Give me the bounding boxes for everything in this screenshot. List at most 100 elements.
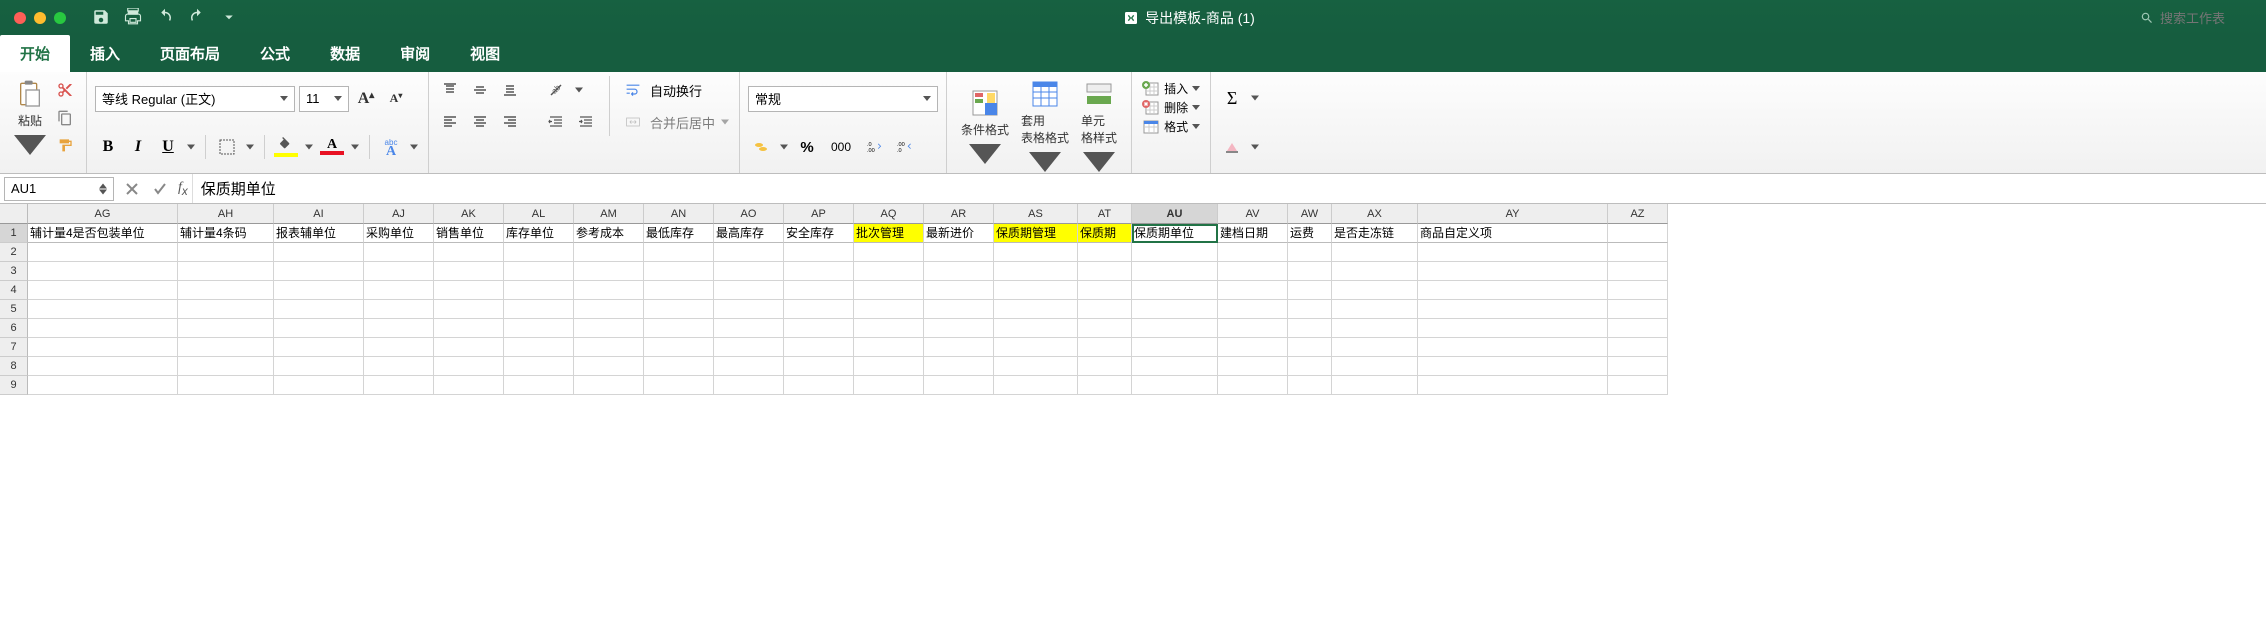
cell[interactable]: [994, 281, 1078, 300]
comma-button[interactable]: 000: [824, 135, 858, 159]
cell[interactable]: [274, 262, 364, 281]
cell[interactable]: [574, 357, 644, 376]
cell[interactable]: 安全库存: [784, 224, 854, 243]
cell[interactable]: 最低库存: [644, 224, 714, 243]
cell[interactable]: [434, 281, 504, 300]
cell[interactable]: [178, 319, 274, 338]
cell[interactable]: [924, 300, 994, 319]
cell[interactable]: [1608, 357, 1668, 376]
cell[interactable]: 最新进价: [924, 224, 994, 243]
col-header[interactable]: AT: [1078, 204, 1132, 224]
cell[interactable]: [504, 300, 574, 319]
align-top-button[interactable]: [437, 78, 463, 102]
cell[interactable]: [714, 262, 784, 281]
cell[interactable]: [364, 281, 434, 300]
cell[interactable]: [28, 300, 178, 319]
cell[interactable]: [434, 338, 504, 357]
cell[interactable]: [994, 338, 1078, 357]
font-size-combo[interactable]: 11: [299, 86, 349, 112]
cell[interactable]: 库存单位: [504, 224, 574, 243]
cell[interactable]: [1078, 281, 1132, 300]
search-box[interactable]: [2140, 11, 2250, 26]
cell[interactable]: [714, 357, 784, 376]
formula-input[interactable]: 保质期单位: [192, 174, 2266, 203]
cell[interactable]: [1608, 281, 1668, 300]
cut-button[interactable]: [52, 78, 78, 102]
cell[interactable]: 最高库存: [714, 224, 784, 243]
cell[interactable]: [924, 281, 994, 300]
col-header[interactable]: AO: [714, 204, 784, 224]
cell[interactable]: [1218, 338, 1288, 357]
cell[interactable]: 参考成本: [574, 224, 644, 243]
insert-cells-button[interactable]: 插入: [1142, 80, 1200, 97]
cell[interactable]: 是否走冻链: [1332, 224, 1418, 243]
cell[interactable]: [434, 300, 504, 319]
cell[interactable]: [178, 376, 274, 395]
cell[interactable]: [714, 243, 784, 262]
number-format-combo[interactable]: 常规: [748, 86, 938, 112]
cell[interactable]: [1418, 357, 1608, 376]
format-cells-button[interactable]: 格式: [1142, 118, 1200, 135]
font-name-combo[interactable]: 等线 Regular (正文): [95, 86, 295, 112]
cell[interactable]: [178, 281, 274, 300]
cell[interactable]: 运费: [1288, 224, 1332, 243]
orientation-button[interactable]: ab: [543, 78, 569, 102]
cell[interactable]: [1288, 319, 1332, 338]
cell[interactable]: [644, 357, 714, 376]
cell[interactable]: [574, 319, 644, 338]
cell[interactable]: [854, 262, 924, 281]
cell[interactable]: [28, 281, 178, 300]
bold-button[interactable]: B: [95, 135, 121, 159]
cell[interactable]: [274, 338, 364, 357]
cell[interactable]: [1218, 281, 1288, 300]
copy-button[interactable]: [52, 106, 78, 130]
cell[interactable]: [1418, 319, 1608, 338]
cell[interactable]: [1332, 357, 1418, 376]
cell[interactable]: [364, 262, 434, 281]
percent-button[interactable]: %: [794, 135, 820, 159]
cell[interactable]: [784, 338, 854, 357]
cell[interactable]: 批次管理: [854, 224, 924, 243]
wrap-text-icon[interactable]: [620, 78, 646, 102]
cell[interactable]: [784, 243, 854, 262]
cell[interactable]: [1418, 376, 1608, 395]
row-header[interactable]: 4: [0, 281, 28, 300]
cell[interactable]: [1288, 281, 1332, 300]
cell[interactable]: [784, 376, 854, 395]
cell[interactable]: [178, 300, 274, 319]
cell[interactable]: [994, 300, 1078, 319]
save-icon[interactable]: [92, 8, 110, 29]
cell[interactable]: [1288, 300, 1332, 319]
cell[interactable]: [274, 300, 364, 319]
row-header[interactable]: 3: [0, 262, 28, 281]
cell[interactable]: 销售单位: [434, 224, 504, 243]
clear-button[interactable]: [1219, 135, 1245, 159]
cell[interactable]: [1132, 243, 1218, 262]
cell[interactable]: [644, 281, 714, 300]
align-right-button[interactable]: [497, 110, 523, 134]
row-header[interactable]: 1: [0, 224, 28, 243]
cell[interactable]: [784, 281, 854, 300]
cell[interactable]: [1288, 262, 1332, 281]
cell[interactable]: [1218, 262, 1288, 281]
cell[interactable]: [574, 376, 644, 395]
cell[interactable]: [1608, 262, 1668, 281]
cell[interactable]: [1218, 300, 1288, 319]
col-header[interactable]: AH: [178, 204, 274, 224]
cell[interactable]: [274, 243, 364, 262]
fill-color-dropdown[interactable]: [303, 143, 315, 151]
cell[interactable]: [784, 300, 854, 319]
fx-label[interactable]: fx: [174, 180, 192, 198]
select-all-corner[interactable]: [0, 204, 28, 224]
cell[interactable]: [994, 262, 1078, 281]
redo-icon[interactable]: [188, 8, 206, 29]
cell[interactable]: [574, 338, 644, 357]
borders-button[interactable]: [214, 135, 240, 159]
cell[interactable]: [644, 376, 714, 395]
cell[interactable]: [178, 338, 274, 357]
format-painter-button[interactable]: [52, 134, 78, 158]
align-middle-button[interactable]: [467, 78, 493, 102]
cell[interactable]: [28, 319, 178, 338]
print-icon[interactable]: [124, 8, 142, 29]
cell[interactable]: [1078, 319, 1132, 338]
